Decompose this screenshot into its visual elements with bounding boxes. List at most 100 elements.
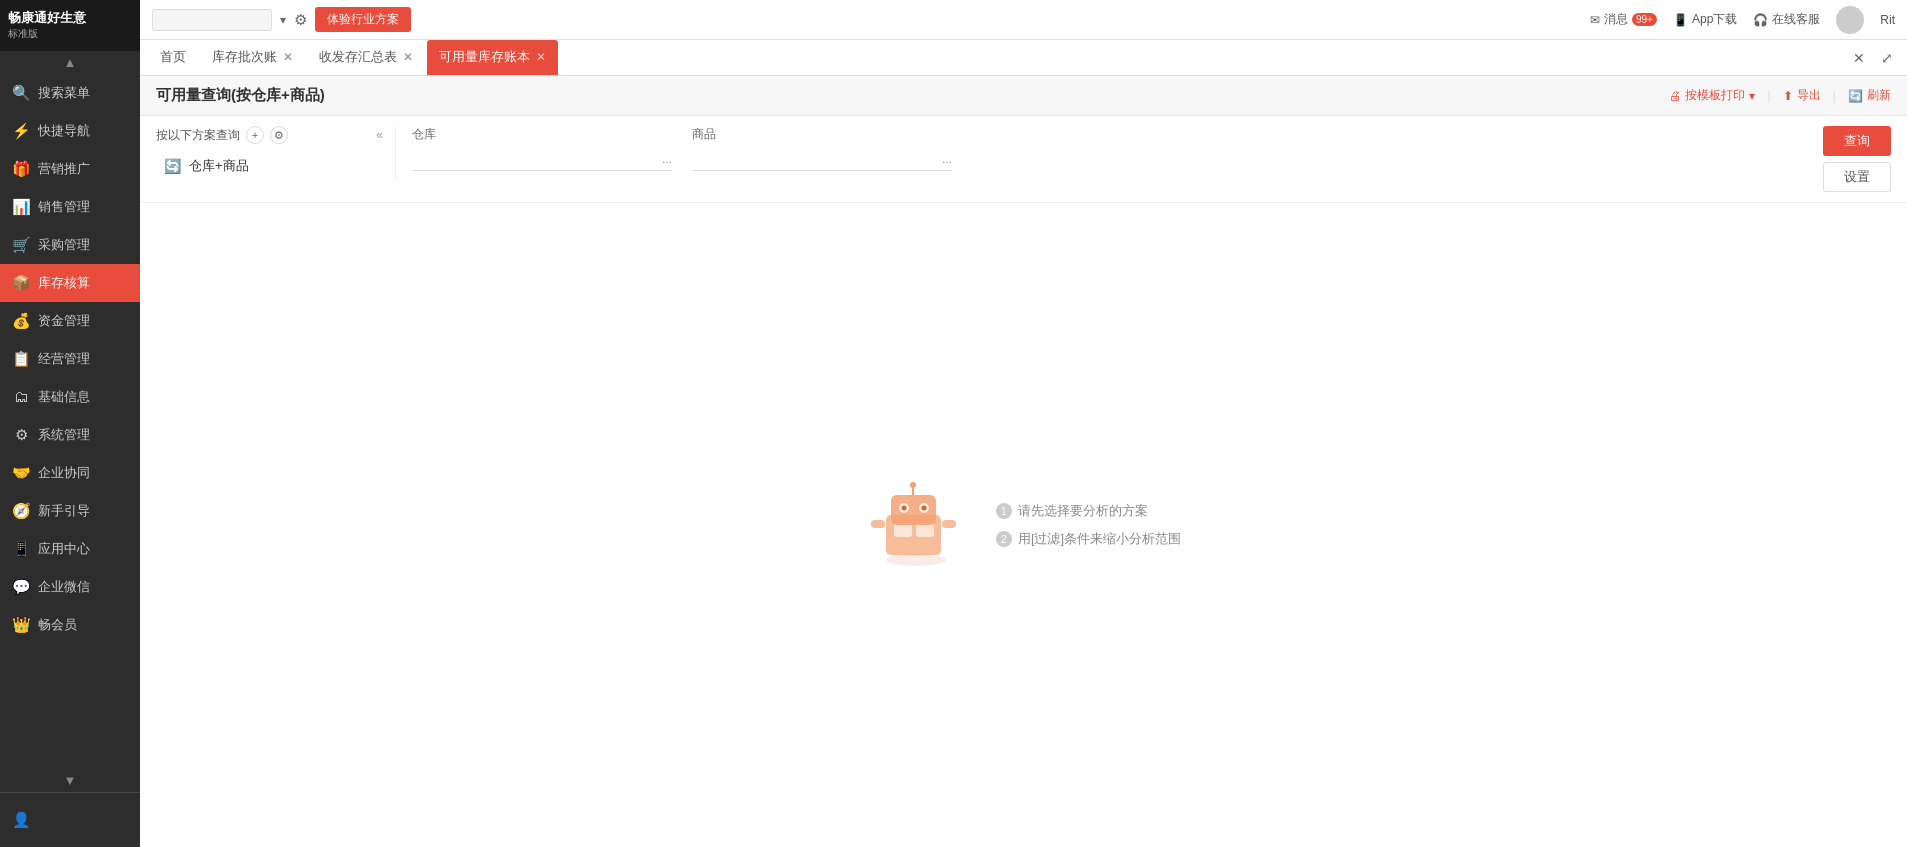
scheme-icon: 🔄	[164, 158, 181, 174]
warehouse-more-btn[interactable]: ...	[662, 152, 672, 166]
sales-icon: 📊	[12, 198, 30, 216]
scroll-down-btn[interactable]: ▼	[0, 769, 140, 792]
tip-number-2: 2	[996, 531, 1012, 547]
filter-add-btn[interactable]: +	[246, 126, 264, 144]
sidebar-item-inventory[interactable]: 📦库存核算	[0, 264, 140, 302]
tab-label-collect-summary: 收发存汇总表	[319, 48, 397, 66]
empty-tip-2: 2 用[过滤]条件来缩小分析范围	[996, 530, 1181, 548]
empty-tip-1: 1 请先选择要分析的方案	[996, 502, 1181, 520]
warehouse-input[interactable]	[412, 147, 662, 170]
sidebar-item-cooperation[interactable]: 🤝企业协同	[0, 454, 140, 492]
finance-icon: 💰	[12, 312, 30, 330]
brand-edition: 标准版	[8, 27, 38, 41]
message-icon: ✉	[1590, 13, 1600, 27]
tip-number-1: 1	[996, 503, 1012, 519]
sidebar-label-sales: 销售管理	[38, 198, 90, 216]
print-icon: 🖨	[1669, 89, 1681, 103]
sidebar-label-search: 搜索菜单	[38, 84, 90, 102]
topbar-gear-btn[interactable]: ⚙	[294, 11, 307, 29]
scroll-up-btn[interactable]: ▲	[0, 51, 140, 74]
main-content: ▾ ⚙ 体验行业方案 ✉ 消息 99+ 📱 App下载 🎧 在线客服 Rit 首…	[140, 0, 1907, 847]
sidebar-item-member[interactable]: 👑 畅会员	[0, 606, 140, 644]
filter-collapse-btn[interactable]: «	[376, 128, 383, 142]
goods-more-btn[interactable]: ...	[942, 152, 952, 166]
tab-batch-account[interactable]: 库存批次账✕	[200, 40, 305, 75]
filter-settings-btn[interactable]: ⚙	[270, 126, 288, 144]
sidebar-item-guide[interactable]: 🧭 新手引导	[0, 492, 140, 530]
sidebar-item-wechat[interactable]: 💬企业微信	[0, 568, 140, 606]
sidebar-header: 畅康通好生意 标准版	[0, 0, 140, 51]
settings-btn[interactable]: 设置	[1823, 162, 1891, 192]
tab-collect-summary[interactable]: 收发存汇总表 ✕	[307, 40, 425, 75]
close-tab-btn[interactable]: ✕	[1847, 46, 1871, 70]
tabs-controls: ✕ ⤢	[1847, 46, 1899, 70]
svg-rect-4	[891, 495, 936, 525]
guide-icon: 🧭	[12, 502, 30, 520]
app-download-label: App下载	[1692, 11, 1737, 28]
sidebar-item-basic[interactable]: 🗂基础信息	[0, 378, 140, 416]
topbar-right: ✉ 消息 99+ 📱 App下载 🎧 在线客服 Rit	[1590, 6, 1895, 34]
svg-point-0	[886, 554, 946, 566]
page-content: 可用量查询(按仓库+商品) 🖨 按模板打印 ▾ | ⬆ 导出 | 🔄 刷新	[140, 76, 1907, 847]
sidebar-label-guide: 新手引导	[38, 502, 90, 520]
operation-icon: 📋	[12, 350, 30, 368]
sidebar-label-system: 系统管理	[38, 426, 90, 444]
filter-panel: 按以下方案查询 + ⚙ « 🔄 仓库+商品 仓库 ...	[140, 116, 1907, 203]
maximize-btn[interactable]: ⤢	[1875, 46, 1899, 70]
tab-available-account[interactable]: 可用量库存账本✕	[427, 40, 558, 75]
shortcut-icon: ⚡	[12, 122, 30, 140]
topbar-search-input[interactable]	[152, 9, 272, 31]
sidebar-label-member: 畅会员	[38, 616, 77, 634]
avatar[interactable]	[1836, 6, 1864, 34]
sidebar-item-purchase[interactable]: 🛒采购管理	[0, 226, 140, 264]
filter-scheme-item-warehouse-goods[interactable]: 🔄 仓库+商品	[156, 152, 383, 180]
user-icon: 👤	[12, 811, 30, 829]
warehouse-field: 仓库 ...	[412, 126, 672, 171]
export-label: 导出	[1797, 87, 1821, 104]
svg-point-8	[921, 506, 926, 511]
brand-name: 畅康通好生意	[8, 10, 86, 27]
svg-rect-11	[871, 520, 885, 528]
online-service-btn[interactable]: 🎧 在线客服	[1753, 11, 1820, 28]
divider2: |	[1833, 88, 1836, 103]
scheme-item-label: 仓库+商品	[189, 157, 249, 175]
purchase-icon: 🛒	[12, 236, 30, 254]
sidebar-item-system[interactable]: ⚙系统管理	[0, 416, 140, 454]
sidebar-item-finance[interactable]: 💰资金管理	[0, 302, 140, 340]
sidebar-item-user[interactable]: 👤	[0, 801, 140, 839]
sidebar-item-sales[interactable]: 📊 销售管理	[0, 188, 140, 226]
tab-label-home: 首页	[160, 48, 186, 66]
sidebar-item-marketing[interactable]: 🎁营销推广	[0, 150, 140, 188]
tab-close-collect-summary[interactable]: ✕	[403, 50, 413, 64]
search-icon: 🔍	[12, 84, 30, 102]
export-btn[interactable]: ⬆ 导出	[1783, 87, 1821, 104]
sidebar-nav: 🔍 搜索菜单 ⚡快捷导航🎁营销推广 📊 销售管理 🛒采购管理📦库存核算💰资金管理 📋 经营管理…	[0, 74, 140, 769]
sidebar-label-operation: 经营管理	[38, 350, 90, 368]
topbar-dropdown-btn[interactable]: ▾	[280, 13, 286, 27]
sidebar-item-search[interactable]: 🔍 搜索菜单	[0, 74, 140, 112]
print-btn[interactable]: 🖨 按模板打印 ▾	[1669, 87, 1755, 104]
cooperation-icon: 🤝	[12, 464, 30, 482]
marketing-icon: 🎁	[12, 160, 30, 178]
sidebar: 畅康通好生意 标准版 ▲ 🔍 搜索菜单 ⚡快捷导航🎁营销推广 📊 销售管理 🛒采购管理📦库…	[0, 0, 140, 847]
tab-close-available-account[interactable]: ✕	[536, 50, 546, 64]
sidebar-bottom: 👤	[0, 792, 140, 847]
page-header-actions: 🖨 按模板打印 ▾ | ⬆ 导出 | 🔄 刷新	[1669, 87, 1891, 104]
app-download-btn[interactable]: 📱 App下载	[1673, 11, 1737, 28]
goods-input[interactable]	[692, 147, 942, 170]
wechat-icon: 💬	[12, 578, 30, 596]
sidebar-item-operation[interactable]: 📋 经营管理	[0, 340, 140, 378]
industry-solution-btn[interactable]: 体验行业方案	[315, 7, 411, 32]
query-btn[interactable]: 查询	[1823, 126, 1891, 156]
message-btn[interactable]: ✉ 消息 99+	[1590, 11, 1657, 28]
tip-text-2: 用[过滤]条件来缩小分析范围	[1018, 530, 1181, 548]
sidebar-item-app[interactable]: 📱应用中心	[0, 530, 140, 568]
member-icon: 👑	[12, 616, 30, 634]
svg-rect-2	[894, 523, 912, 537]
tab-close-batch-account[interactable]: ✕	[283, 50, 293, 64]
export-icon: ⬆	[1783, 89, 1793, 103]
sidebar-item-shortcut[interactable]: ⚡快捷导航	[0, 112, 140, 150]
refresh-btn[interactable]: 🔄 刷新	[1848, 87, 1891, 104]
tab-home[interactable]: 首页	[148, 40, 198, 75]
goods-field: 商品 ...	[692, 126, 952, 171]
